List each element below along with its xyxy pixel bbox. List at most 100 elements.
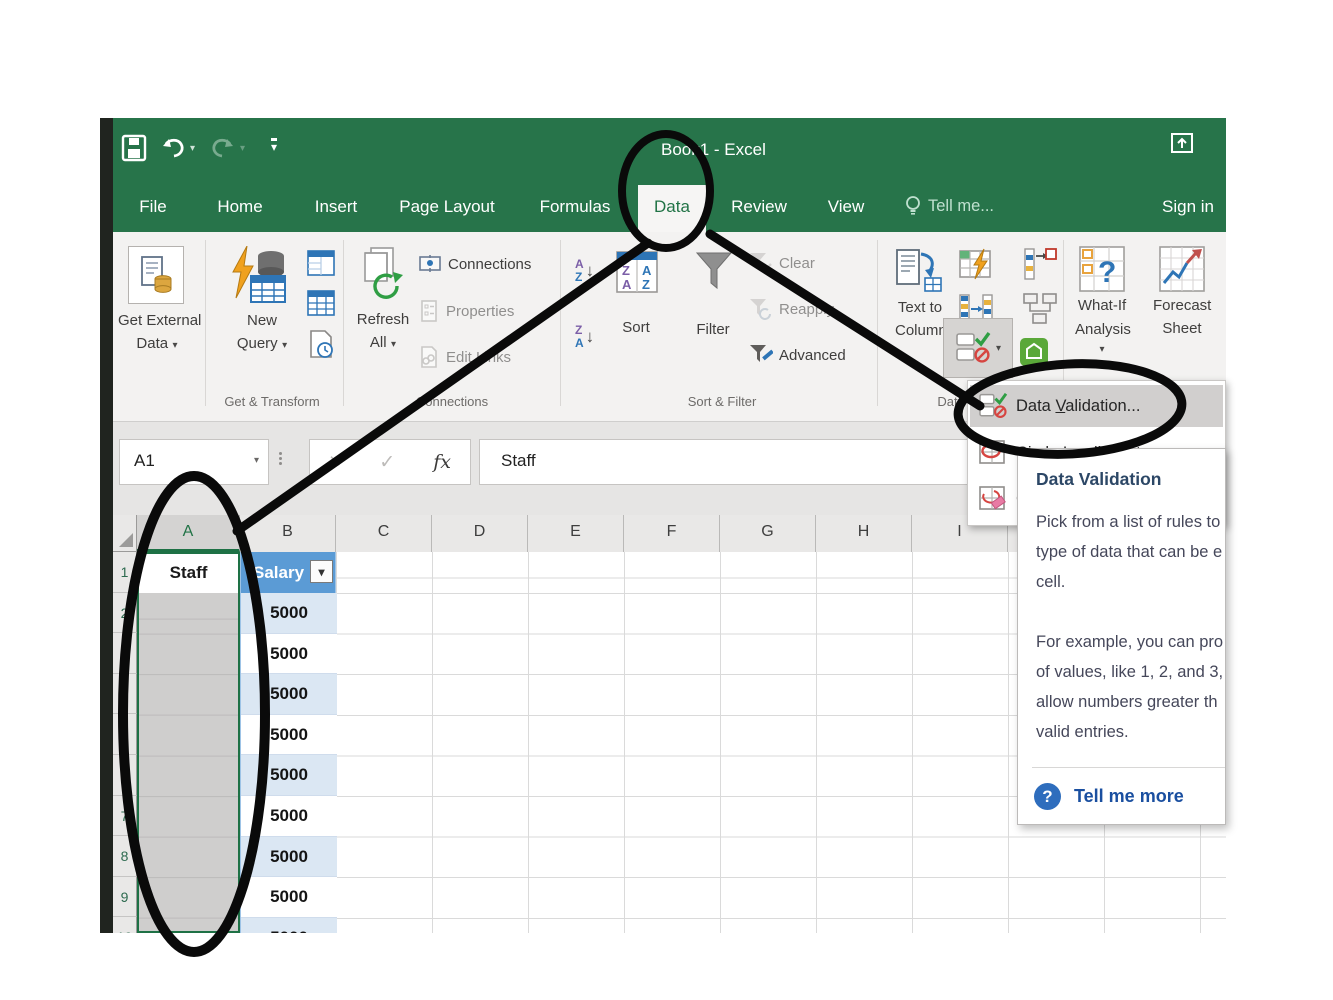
what-if-analysis-icon: ? <box>1079 246 1131 292</box>
filter-icon <box>694 250 737 294</box>
window-title: Book1 - Excel <box>661 140 766 159</box>
customize-quick-access-button[interactable]: ▾ <box>271 138 278 156</box>
flash-fill-icon[interactable] <box>958 247 994 281</box>
get-external-data-icon <box>128 246 184 304</box>
sort-ascending-button[interactable]: AZ ↓ <box>575 258 594 284</box>
cell-b5[interactable]: 5000 <box>241 714 337 756</box>
column-header-c[interactable]: C <box>336 515 432 552</box>
undo-dropdown-caret: ▾ <box>190 142 196 154</box>
text-to-columns-button[interactable]: Text to Columns <box>895 248 954 338</box>
sort-button[interactable]: Z A A Z Sort <box>614 250 660 335</box>
row-header-3[interactable]: 3 <box>113 633 137 674</box>
data-validation-icon <box>955 332 991 364</box>
tab-home[interactable]: Home <box>205 197 275 217</box>
row-header-10[interactable]: 10 <box>113 917 137 933</box>
forecast-sheet-button[interactable]: Forecast Sheet <box>1153 246 1213 336</box>
data-validation-caret: ▾ <box>995 342 1002 354</box>
tab-insert[interactable]: Insert <box>303 197 369 217</box>
cell-b8[interactable]: 5000 <box>241 836 337 878</box>
row-header-7[interactable]: 7 <box>113 795 137 837</box>
row-header-5[interactable]: 5 <box>113 714 137 755</box>
column-header-e[interactable]: E <box>528 515 624 552</box>
name-box[interactable]: A1 ▾ <box>119 439 269 485</box>
ribbon-display-options-button[interactable] <box>1170 131 1194 155</box>
tab-formulas[interactable]: Formulas <box>531 197 619 217</box>
advanced-filter-button[interactable]: Advanced <box>749 344 846 366</box>
cell-b7[interactable]: 5000 <box>241 796 337 837</box>
properties-button[interactable]: Properties <box>419 300 514 322</box>
filter-caret-icon: ▾ <box>318 565 325 579</box>
connections-button[interactable]: Connections <box>419 254 531 274</box>
column-header-b[interactable]: B <box>240 515 336 552</box>
new-query-button[interactable]: New Query ▾ <box>229 246 301 353</box>
column-header-g[interactable]: G <box>720 515 816 552</box>
select-all-corner[interactable] <box>113 515 137 551</box>
tab-data-active[interactable]: Data <box>638 185 706 232</box>
tell-me-more-question-icon: ? <box>1034 783 1061 810</box>
data-validation-button[interactable]: ▾ <box>943 318 1013 378</box>
what-if-analysis-button[interactable]: ? What-If Analysis ▾ <box>1075 246 1131 357</box>
row-header-8[interactable]: 8 <box>113 836 137 877</box>
relationships-icon[interactable] <box>1022 292 1058 326</box>
cell-b6[interactable]: 5000 <box>241 755 337 796</box>
cell-b4[interactable]: 5000 <box>241 674 337 715</box>
tab-review[interactable]: Review <box>725 197 793 217</box>
group-separator <box>877 240 878 406</box>
refresh-all-button[interactable]: Refresh All ▾ <box>355 246 415 352</box>
cancel-icon[interactable]: × <box>329 450 341 474</box>
group-label-sort-filter: Sort & Filter <box>687 394 757 409</box>
recent-sources-icon[interactable] <box>309 330 335 360</box>
row-header-1[interactable]: 1 <box>113 552 137 593</box>
tab-page-layout[interactable]: Page Layout <box>389 197 505 217</box>
name-box-splitter[interactable] <box>279 450 285 467</box>
tab-view[interactable]: View <box>819 197 873 217</box>
sort-az-icon: AZ <box>575 257 584 284</box>
clear-filter-icon <box>749 252 773 274</box>
menu-item-data-validation[interactable]: Data Validation... <box>970 385 1223 427</box>
row-header-9[interactable]: 9 <box>113 876 137 918</box>
row-header-6[interactable]: 6 <box>113 754 137 796</box>
redo-button[interactable]: ▾ <box>209 136 245 160</box>
name-box-caret[interactable]: ▾ <box>254 455 259 466</box>
edit-links-button[interactable]: Edit Links <box>419 346 511 368</box>
tab-tell-me[interactable]: Tell me... <box>905 195 994 217</box>
tooltip-title: Data Validation <box>1036 469 1162 489</box>
tooltip-paragraph-2: For example, you can pro of values, like… <box>1036 633 1224 741</box>
insert-function-icon[interactable]: fx <box>433 451 451 473</box>
tab-file[interactable]: File <box>125 197 181 217</box>
column-header-f[interactable]: F <box>624 515 720 552</box>
cell-b2[interactable]: 5000 <box>241 593 337 634</box>
from-table-icon[interactable] <box>307 290 335 316</box>
save-button[interactable] <box>121 134 147 162</box>
properties-icon <box>419 300 439 322</box>
get-external-data-button[interactable]: Get External Data ▾ <box>118 246 201 353</box>
filter-button[interactable]: Filter <box>691 250 737 337</box>
remove-duplicates-icon[interactable] <box>1022 247 1058 281</box>
show-queries-icon[interactable] <box>307 250 335 276</box>
svg-text:A: A <box>642 263 652 278</box>
desktop-edge-strip <box>100 118 113 933</box>
undo-button[interactable]: ▾ <box>159 136 195 160</box>
sort-descending-button[interactable]: ZA ↓ <box>575 324 594 350</box>
save-icon <box>121 134 147 162</box>
clear-filter-button[interactable]: Clear <box>749 252 815 274</box>
cell-b1-table-header[interactable]: Salary ▾ <box>241 552 335 593</box>
selection-border <box>137 552 240 933</box>
row-header-4[interactable]: 4 <box>113 673 137 715</box>
column-header-h[interactable]: H <box>816 515 912 552</box>
row-header-2[interactable]: 2 <box>113 592 137 634</box>
column-header-a-selected[interactable]: A <box>137 515 240 552</box>
column-header-d[interactable]: D <box>432 515 528 552</box>
enter-check-icon[interactable]: ✓ <box>379 451 395 474</box>
sign-in-link[interactable]: Sign in <box>1162 197 1214 217</box>
redo-dropdown-caret: ▾ <box>240 142 246 154</box>
ribbon-display-options-icon <box>1170 131 1194 155</box>
filter-dropdown-button[interactable]: ▾ <box>310 560 333 583</box>
cell-b10[interactable]: 5000 <box>241 917 337 933</box>
reapply-filter-button[interactable]: Reapply <box>749 298 834 320</box>
connections-icon <box>419 254 441 274</box>
cell-b3[interactable]: 5000 <box>241 633 337 675</box>
tell-me-more-link[interactable]: ? Tell me more <box>1034 783 1184 810</box>
cell-b9[interactable]: 5000 <box>241 877 337 918</box>
manage-data-model-icon[interactable] <box>1018 336 1050 368</box>
